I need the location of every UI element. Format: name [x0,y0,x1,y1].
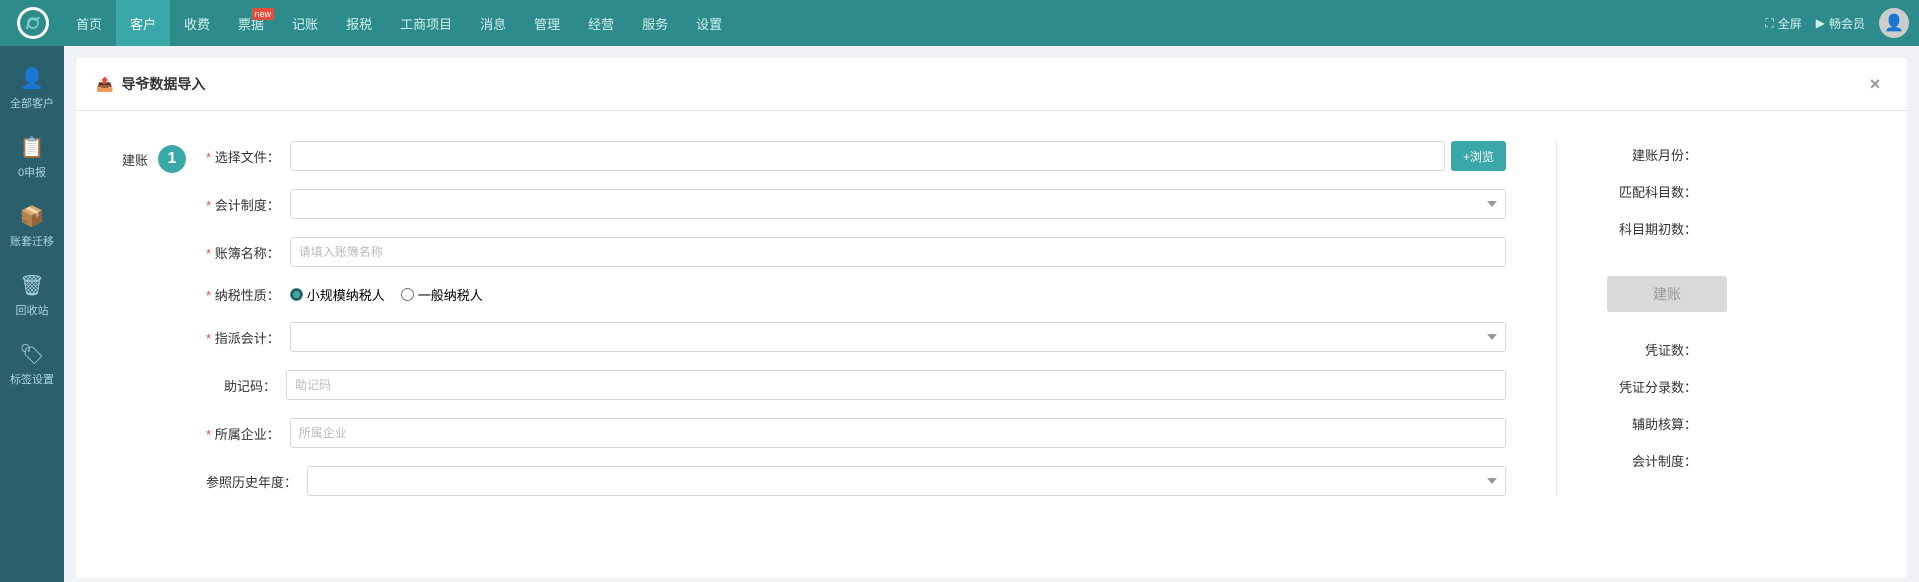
memo-code-label: 助记码： [206,376,276,395]
vertical-divider [1556,141,1557,496]
main-content: 📤 导爷数据导入 × 建账 1 [64,46,1919,582]
app-logo [10,0,56,46]
logo-icon [17,7,49,39]
panel-header: 📤 导爷数据导入 × [76,58,1907,111]
voucher-entries-label: 凭证分录数： [1607,377,1697,396]
sidebar-item-declaration[interactable]: 📋 0申报 [0,125,64,190]
history-year-label: 参照历史年度： [206,472,297,491]
tax-small-radio[interactable] [290,288,303,301]
subject-init-label: 科目期初数： [1607,219,1697,238]
build-account-button[interactable]: 建账 [1607,276,1727,312]
step-badge: 1 [158,145,186,173]
file-label: * 选择文件： [206,147,280,166]
info-accounting-system-row: 会计制度： [1607,451,1867,470]
form-section: 建账 1 * 选择文件： [116,141,1506,496]
match-subjects-row: 匹配科目数： [1607,182,1867,201]
new-badge: new [252,8,275,20]
sidebar-item-migrate[interactable]: 📦 账套迁移 [0,194,64,259]
company-input[interactable] [290,418,1506,448]
memo-code-row: 助记码： [206,370,1506,400]
play-icon: ▶ [1816,16,1825,30]
voucher-entries-row: 凭证分录数： [1607,377,1867,396]
tax-general-radio[interactable] [401,288,414,301]
history-year-row: 参照历史年度： [206,466,1506,496]
auxiliary-label: 辅助核算： [1607,414,1697,433]
panel-title: 导爷数据导入 [121,74,205,94]
info-section: 建账月份： 匹配科目数： 科目期初数： 建账 [1607,141,1867,496]
sidebar-item-recycle[interactable]: 🗑 回收站 [0,263,64,328]
nav-message[interactable]: 消息 [466,0,520,46]
ledger-name-label: * 账簿名称： [206,243,280,262]
tags-icon: 🏷 [19,342,44,367]
step-label-col: 建账 1 [116,141,186,173]
company-row: * 所属企业： [206,418,1506,448]
step-fields: * 选择文件： +浏览 * [206,141,1506,496]
migrate-icon: 📦 [20,204,45,229]
tax-type-label: * 纳税性质： [206,285,280,304]
accounting-system-select[interactable] [290,189,1506,219]
import-panel: 📤 导爷数据导入 × 建账 1 [76,58,1907,578]
subject-init-row: 科目期初数： [1607,219,1867,238]
vip-btn[interactable]: ▶ 畅会员 [1816,15,1865,32]
nav-home[interactable]: 首页 [62,0,116,46]
fullscreen-btn[interactable]: ⛶ 全屏 [1765,15,1801,32]
ledger-name-row: * 账簿名称： [206,237,1506,267]
browse-button[interactable]: +浏览 [1451,141,1506,171]
assign-accountant-row: * 指派会计： [206,322,1506,352]
recycle-icon: 🗑 [19,273,44,298]
build-month-row: 建账月份： [1607,145,1867,164]
assign-accountant-select[interactable] [290,322,1506,352]
tax-general-option[interactable]: 一般纳税人 [401,285,483,304]
company-label: * 所属企业： [206,424,280,443]
top-navigation: 首页 客户 收费 票据 new 记账 报税 工商项目 消息 管理 经营 服务 设… [0,0,1919,46]
file-text-input[interactable] [290,141,1445,171]
accounting-system-label: * 会计制度： [206,195,280,214]
nav-manage[interactable]: 管理 [520,0,574,46]
nav-operate[interactable]: 经营 [574,0,628,46]
build-btn-area: 建账 [1607,266,1867,312]
sidebar-item-tags[interactable]: 🏷 标签设置 [0,332,64,397]
tax-small-option[interactable]: 小规模纳税人 [290,285,385,304]
panel-body: 建账 1 * 选择文件： [76,111,1907,526]
import-icon: 📤 [96,76,113,93]
voucher-count-row: 凭证数： [1607,340,1867,359]
nav-invoice[interactable]: 票据 new [224,0,278,46]
nav-customer[interactable]: 客户 [116,0,170,46]
nav-service[interactable]: 服务 [628,0,682,46]
build-month-label: 建账月份： [1607,145,1697,164]
nav-fee[interactable]: 收费 [170,0,224,46]
nav-right-area: ⛶ 全屏 ▶ 畅会员 👤 [1765,8,1909,38]
tax-type-radio-group: 小规模纳税人 一般纳税人 [290,285,483,304]
avatar-icon: 👤 [1884,13,1904,33]
file-input-group: +浏览 [290,141,1506,171]
sidebar: 👤 全部客户 📋 0申报 📦 账套迁移 🗑 回收站 🏷 标签设置 [0,46,64,582]
nav-business[interactable]: 工商项目 [386,0,466,46]
accounting-system-row: * 会计制度： [206,189,1506,219]
auxiliary-row: 辅助核算： [1607,414,1867,433]
sidebar-item-all-customers[interactable]: 👤 全部客户 [0,56,64,121]
nav-tax[interactable]: 报税 [332,0,386,46]
file-row: * 选择文件： +浏览 [206,141,1506,171]
nav-settings[interactable]: 设置 [682,0,736,46]
info-accounting-system-label: 会计制度： [1607,451,1697,470]
declaration-icon: 📋 [20,135,45,160]
history-year-select[interactable] [307,466,1506,496]
close-button[interactable]: × [1863,72,1887,96]
main-layout: 👤 全部客户 📋 0申报 📦 账套迁移 🗑 回收站 🏷 标签设置 📤 导爷 [0,46,1919,582]
assign-accountant-label: * 指派会计： [206,328,280,347]
tax-type-row: * 纳税性质： 小规模纳税人 [206,285,1506,304]
step-container: 建账 1 * 选择文件： [116,141,1506,496]
ledger-name-input[interactable] [290,237,1506,267]
memo-code-input[interactable] [286,370,1506,400]
fullscreen-icon: ⛶ [1765,16,1773,31]
step-label: 建账 [122,150,148,169]
voucher-count-label: 凭证数： [1607,340,1697,359]
panel-title-area: 📤 导爷数据导入 [96,74,205,94]
avatar[interactable]: 👤 [1879,8,1909,38]
customers-icon: 👤 [20,66,45,91]
nav-bookkeeping[interactable]: 记账 [278,0,332,46]
match-subjects-label: 匹配科目数： [1607,182,1697,201]
